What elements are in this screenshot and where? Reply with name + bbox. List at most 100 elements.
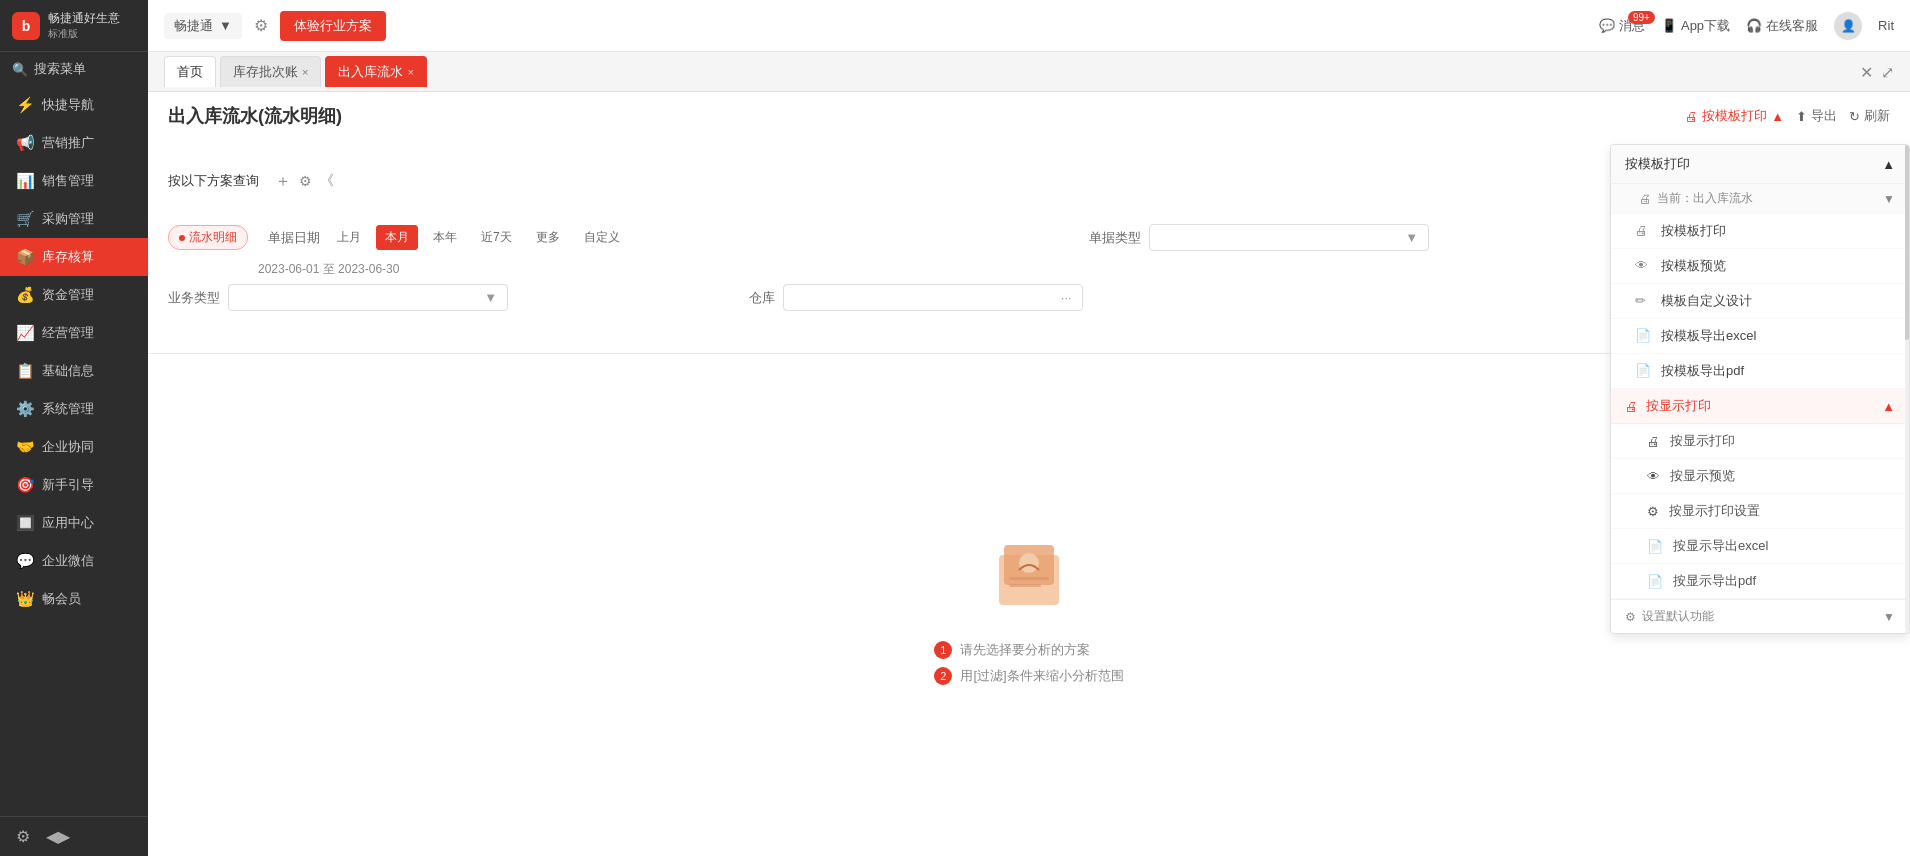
dropdown-item-template-excel[interactable]: 📄 按模板导出excel: [1611, 319, 1909, 354]
template-excel-label: 按模板导出excel: [1661, 327, 1756, 345]
dropdown-item-template-design[interactable]: ✏ 模板自定义设计: [1611, 284, 1909, 319]
dropdown-item-display-settings[interactable]: ⚙ 按显示打印设置: [1611, 494, 1909, 529]
svg-point-2: [1019, 553, 1039, 573]
batch-tab-close[interactable]: ×: [302, 66, 308, 78]
current-template-label[interactable]: 🖨 当前：出入库流水 ▼: [1611, 184, 1909, 214]
bill-type-select[interactable]: ▼: [1149, 224, 1429, 251]
sidebar-item-member[interactable]: 👑 畅会员: [0, 580, 148, 618]
dropdown-item-template-print[interactable]: 🖨 按模板打印: [1611, 214, 1909, 249]
print-dropdown-panel: 按模板打印 ▲ 🖨 当前：出入库流水 ▼ 🖨 按模板打印 👁 按模板预览 ✏ 模…: [1610, 144, 1910, 634]
app-download-button[interactable]: 📱 App下载: [1661, 17, 1730, 35]
sidebar-nav: ⚡ 快捷导航 📢 营销推广 📊 销售管理 🛒 采购管理 📦 库存核算 💰 资金管…: [0, 86, 148, 816]
dropdown-footer[interactable]: ⚙ 设置默认功能 ▼: [1611, 599, 1909, 633]
dropdown-item-template-pdf[interactable]: 📄 按模板导出pdf: [1611, 354, 1909, 389]
dropdown-item-display-excel[interactable]: 📄 按显示导出excel: [1611, 529, 1909, 564]
dropdown-header[interactable]: 按模板打印 ▲: [1611, 145, 1909, 184]
tab-action-expand[interactable]: ⤢: [1881, 62, 1894, 81]
tabs-bar-right: ✕ ⤢: [1860, 62, 1894, 81]
sidebar-item-label: 应用中心: [42, 514, 94, 532]
sidebar-item-label: 畅会员: [42, 590, 81, 608]
date-btn-7days[interactable]: 近7天: [472, 225, 521, 250]
flow-tab-close[interactable]: ×: [407, 66, 413, 78]
online-service-button[interactable]: 🎧 在线客服: [1746, 17, 1818, 35]
dropdown-scrollbar[interactable]: [1905, 145, 1909, 633]
business-type-group: 业务类型 ▼: [168, 284, 729, 311]
chevron-down-icon: ▼: [219, 18, 232, 33]
collapse-sidebar-icon[interactable]: ◀▶: [46, 827, 70, 846]
footer-settings-icon: ⚙: [1625, 610, 1636, 624]
date-btn-this-month[interactable]: 本月: [376, 225, 418, 250]
sidebar-item-label: 采购管理: [42, 210, 94, 228]
sidebar-item-cooperation[interactable]: 🤝 企业协同: [0, 428, 148, 466]
print-template-button[interactable]: 🖨 按模板打印 ▲: [1685, 107, 1784, 125]
sidebar-item-inventory[interactable]: 📦 库存核算: [0, 238, 148, 276]
tab-home[interactable]: 首页: [164, 56, 216, 87]
refresh-icon: ↻: [1849, 109, 1860, 124]
page-content: 出入库流水(流水明细) 🖨 按模板打印 ▲ ⬆ 导出 ↻ 刷新: [148, 92, 1910, 856]
topbar-settings-icon[interactable]: ⚙: [254, 16, 268, 35]
date-btn-custom[interactable]: 自定义: [575, 225, 629, 250]
user-selector[interactable]: 畅捷通 ▼: [164, 13, 242, 39]
display-section-icon: 🖨: [1625, 399, 1638, 414]
sidebar-item-finance[interactable]: 💰 资金管理: [0, 276, 148, 314]
sidebar-item-guide[interactable]: 🎯 新手引导: [0, 466, 148, 504]
sidebar-item-operations[interactable]: 📈 经营管理: [0, 314, 148, 352]
display-preview-icon: 👁: [1647, 469, 1660, 484]
service-label: 在线客服: [1766, 17, 1818, 35]
dropdown-item-display-preview[interactable]: 👁 按显示预览: [1611, 459, 1909, 494]
display-pdf-icon: 📄: [1647, 574, 1663, 589]
filter-actions: ＋ ⚙ 《: [275, 171, 334, 192]
display-section-arrow: ▲: [1882, 399, 1895, 414]
warehouse-label: 仓库: [749, 289, 775, 307]
dropdown-item-display-pdf[interactable]: 📄 按显示导出pdf: [1611, 564, 1909, 599]
sidebar-item-sales[interactable]: 📊 销售管理: [0, 162, 148, 200]
filter-label: 按以下方案查询: [168, 172, 259, 190]
business-type-select[interactable]: ▼: [228, 284, 508, 311]
display-section-header[interactable]: 🖨 按显示打印 ▲: [1611, 389, 1909, 424]
sidebar-item-purchase[interactable]: 🛒 采购管理: [0, 200, 148, 238]
topbar: 畅捷通 ▼ ⚙ 体验行业方案 💬 消息 99+ 📱 App下载 🎧 在线客服 👤: [148, 0, 1910, 52]
user-avatar[interactable]: 👤: [1834, 12, 1862, 40]
filter-add-button[interactable]: ＋: [275, 171, 291, 192]
tab-action-close[interactable]: ✕: [1860, 62, 1873, 81]
dropdown-item-template-preview[interactable]: 👁 按模板预览: [1611, 249, 1909, 284]
shortcut-icon: ⚡: [16, 96, 34, 114]
filter-tag[interactable]: 流水明细: [168, 225, 248, 250]
date-btn-this-year[interactable]: 本年: [424, 225, 466, 250]
empty-step-2: 2 用[过滤]条件来缩小分析范围: [934, 667, 1123, 685]
sidebar-item-label: 新手引导: [42, 476, 94, 494]
display-section-label: 按显示打印: [1646, 397, 1711, 415]
date-btn-more[interactable]: 更多: [527, 225, 569, 250]
sidebar-item-shortcut[interactable]: ⚡ 快捷导航: [0, 86, 148, 124]
dropdown-footer-arrow: ▼: [1883, 610, 1895, 624]
username-label[interactable]: Rit: [1878, 18, 1894, 33]
sidebar-item-system[interactable]: ⚙️ 系统管理: [0, 390, 148, 428]
sidebar-item-wechat[interactable]: 💬 企业微信: [0, 542, 148, 580]
warehouse-select[interactable]: ···: [783, 284, 1083, 311]
settings-bottom-icon[interactable]: ⚙: [16, 827, 30, 846]
sidebar-item-label: 资金管理: [42, 286, 94, 304]
tag-label: 流水明细: [189, 229, 237, 246]
sidebar-item-label: 企业协同: [42, 438, 94, 456]
date-btn-last-month[interactable]: 上月: [328, 225, 370, 250]
sidebar-item-appcenter[interactable]: 🔲 应用中心: [0, 504, 148, 542]
refresh-button[interactable]: ↻ 刷新: [1849, 107, 1890, 125]
message-button[interactable]: 💬 消息 99+: [1599, 17, 1645, 35]
sidebar-item-marketing[interactable]: 📢 营销推广: [0, 124, 148, 162]
pdf-item-icon: 📄: [1635, 363, 1651, 379]
sidebar-search[interactable]: 🔍 搜索菜单: [0, 52, 148, 86]
filter-collapse-button[interactable]: 《: [320, 172, 334, 190]
date-filter-group: 单据日期 上月 本月 本年 近7天 更多 自定义: [268, 225, 1069, 250]
export-button[interactable]: ⬆ 导出: [1796, 107, 1837, 125]
trial-button[interactable]: 体验行业方案: [280, 11, 386, 41]
display-pdf-label: 按显示导出pdf: [1673, 572, 1756, 590]
tab-flow[interactable]: 出入库流水 ×: [325, 56, 426, 87]
dropdown-item-display-print[interactable]: 🖨 按显示打印: [1611, 424, 1909, 459]
filter-settings-button[interactable]: ⚙: [299, 173, 312, 189]
cooperation-icon: 🤝: [16, 438, 34, 456]
display-excel-icon: 📄: [1647, 539, 1663, 554]
tab-batch[interactable]: 库存批次账 ×: [220, 56, 321, 87]
message-badge: 99+: [1628, 11, 1655, 24]
home-tab-label: 首页: [177, 63, 203, 81]
sidebar-item-basic[interactable]: 📋 基础信息: [0, 352, 148, 390]
